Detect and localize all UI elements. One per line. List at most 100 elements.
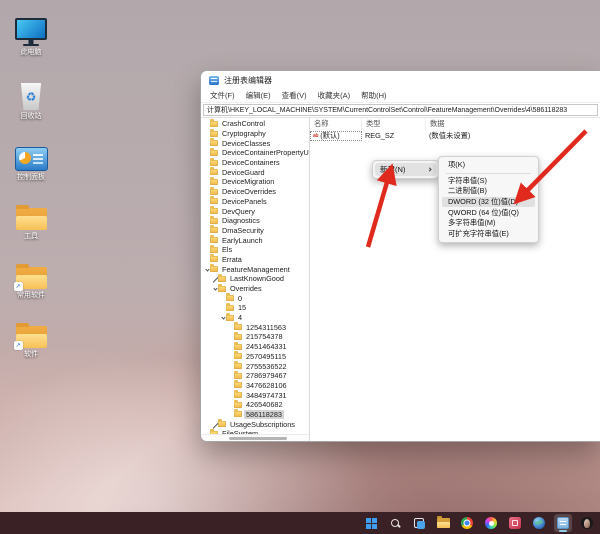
tree-item-426540682[interactable]: 426540682	[201, 400, 309, 410]
tree-item-CrashControl[interactable]: CrashControl	[201, 119, 309, 129]
column-header-data[interactable]: 数据	[426, 118, 600, 130]
desktop-icon-control-panel[interactable]: 控制面板	[6, 147, 56, 182]
window-title: 注册表编辑器	[224, 75, 272, 86]
folder-icon	[234, 353, 242, 359]
tree-item-label: 0	[236, 294, 244, 303]
menu-item-0[interactable]: 文件(F)	[210, 90, 235, 101]
menu-item-4[interactable]: 帮助(H)	[361, 90, 386, 101]
tree-horizontal-scrollbar[interactable]	[201, 434, 309, 441]
tree-item-label: 2755536522	[244, 362, 289, 371]
tree-item-DmaSecurity[interactable]: DmaSecurity	[201, 226, 309, 236]
title-bar[interactable]: 注册表编辑器	[201, 71, 600, 89]
registry-tree-pane: CrashControlCryptographyDeviceClassesDev…	[201, 118, 310, 441]
taskbar-icon-list	[362, 514, 596, 532]
tree-item-Overrides[interactable]: Overrides	[201, 284, 309, 294]
tree-item-DeviceContainers[interactable]: DeviceContainers	[201, 158, 309, 168]
submenu-item-7[interactable]: 可扩充字符串值(E)	[442, 229, 535, 240]
tree-item-2570495115[interactable]: 2570495115	[201, 352, 309, 362]
tree-item-UsageSubscriptions[interactable]: UsageSubscriptions	[201, 419, 309, 429]
submenu-item-4[interactable]: DWORD (32 位)值(D)	[442, 197, 535, 208]
desktop-icon-folder-tools[interactable]: 工具	[6, 208, 56, 241]
menu-item-1[interactable]: 编辑(E)	[246, 90, 271, 101]
folder-icon	[210, 218, 218, 224]
submenu-item-3[interactable]: 二进制值(B)	[442, 186, 535, 197]
taskbar-button-globe-app[interactable]	[530, 514, 548, 532]
context-menu-item-new[interactable]: 新建(N)	[375, 163, 436, 176]
tree-item-DevicePanels[interactable]: DevicePanels	[201, 197, 309, 207]
tree-item-label: DmaSecurity	[220, 226, 266, 235]
tree-item-label: 426540682	[244, 400, 285, 409]
tree-item-DeviceMigration[interactable]: DeviceMigration	[201, 177, 309, 187]
tree-item-label: 4	[236, 313, 244, 322]
submenu-item-5[interactable]: QWORD (64 位)值(Q)	[442, 207, 535, 218]
desktop-icon-folder-soft[interactable]: ↗软件	[6, 326, 56, 359]
desktop-icon-folder-apps[interactable]: ↗常用软件	[6, 267, 56, 300]
regedit-window-icon	[209, 76, 219, 85]
taskbar-button-search[interactable]	[386, 514, 404, 532]
submenu-item-0[interactable]: 项(K)	[442, 160, 535, 171]
tree-item-2755536522[interactable]: 2755536522	[201, 361, 309, 371]
tree-item-DeviceOverrides[interactable]: DeviceOverrides	[201, 187, 309, 197]
start-icon	[366, 518, 377, 529]
tree-item-LastKnownGood[interactable]: LastKnownGood	[201, 274, 309, 284]
context-menu-new-label: 新建(N)	[380, 164, 405, 175]
tree-item-label: 3476628106	[244, 381, 289, 390]
tree-item-label: Diagnostics	[220, 216, 262, 225]
tree-item-Diagnostics[interactable]: Diagnostics	[201, 216, 309, 226]
tree-item-label: 2786979467	[244, 371, 289, 380]
menu-item-3[interactable]: 收藏夹(A)	[318, 90, 351, 101]
tree-item-label: DeviceOverrides	[220, 187, 278, 196]
folder-icon	[234, 334, 242, 340]
tree-item-15[interactable]: 15	[201, 303, 309, 313]
submenu-item-2[interactable]: 字符串值(S)	[442, 176, 535, 187]
value-row-default[interactable]: ab (默认) REG_SZ (数值未设置)	[310, 130, 600, 141]
tree-item-Els[interactable]: Els	[201, 245, 309, 255]
chevron-expanded-icon[interactable]	[221, 315, 225, 319]
tree-item-3476628106[interactable]: 3476628106	[201, 381, 309, 391]
taskbar-button-start[interactable]	[362, 514, 380, 532]
column-header-name[interactable]: 名称	[310, 118, 362, 130]
tree-item-215754378[interactable]: 215754378	[201, 332, 309, 342]
submenu-item-6[interactable]: 多字符串值(M)	[442, 218, 535, 229]
tree-item-DeviceClasses[interactable]: DeviceClasses	[201, 138, 309, 148]
taskbar-button-color-wheel-app[interactable]	[482, 514, 500, 532]
menu-item-2[interactable]: 查看(V)	[282, 90, 307, 101]
tree-item-3484974731[interactable]: 3484974731	[201, 390, 309, 400]
desktop-icon-recycle-bin[interactable]: 回收站	[6, 83, 56, 121]
tree-item-0[interactable]: 0	[201, 293, 309, 303]
tree-item-label: LastKnownGood	[228, 274, 286, 283]
chevron-expanded-icon[interactable]	[205, 267, 209, 271]
folder-icon	[226, 305, 234, 311]
tree-item-2786979467[interactable]: 2786979467	[201, 371, 309, 381]
taskbar-button-task-view[interactable]	[410, 514, 428, 532]
taskbar-button-pink-app[interactable]	[506, 514, 524, 532]
tree-item-Errata[interactable]: Errata	[201, 255, 309, 265]
tree-item-Cryptography[interactable]: Cryptography	[201, 129, 309, 139]
taskbar-button-chrome[interactable]	[458, 514, 476, 532]
tree-item-label: 1254311563	[244, 323, 288, 332]
taskbar-button-regedit[interactable]	[554, 514, 572, 532]
dark-app-icon	[581, 517, 593, 529]
tree-item-DeviceContainerPropertyUpda[interactable]: DeviceContainerPropertyUpda	[201, 148, 309, 158]
folder-icon	[234, 363, 242, 369]
value-type: REG_SZ	[362, 131, 426, 140]
tree-item-4[interactable]: 4	[201, 313, 309, 323]
tree-item-586118283[interactable]: 586118283	[201, 410, 309, 420]
taskbar-button-file-explorer[interactable]	[434, 514, 452, 532]
menu-separator	[446, 173, 531, 174]
tree-item-label: Els	[220, 245, 234, 254]
scrollbar-thumb[interactable]	[229, 437, 287, 440]
tree-item-1254311563[interactable]: 1254311563	[201, 322, 309, 332]
desktop-icon-list: 此电脑回收站控制面板工具 ↗常用软件 ↗软件	[5, 18, 57, 359]
column-header-type[interactable]: 类型	[362, 118, 426, 130]
chrome-icon	[461, 517, 473, 529]
tree-item-2451464331[interactable]: 2451464331	[201, 342, 309, 352]
desktop-icon-this-pc[interactable]: 此电脑	[6, 18, 56, 57]
tree-item-FeatureManagement[interactable]: FeatureManagement	[201, 264, 309, 274]
tree-item-EarlyLaunch[interactable]: EarlyLaunch	[201, 235, 309, 245]
address-bar-input[interactable]: 计算机\HKEY_LOCAL_MACHINE\SYSTEM\CurrentCon…	[203, 104, 598, 116]
chevron-expanded-icon[interactable]	[213, 286, 217, 290]
tree-item-DevQuery[interactable]: DevQuery	[201, 206, 309, 216]
taskbar-button-dark-app[interactable]	[578, 514, 596, 532]
tree-item-DeviceGuard[interactable]: DeviceGuard	[201, 167, 309, 177]
